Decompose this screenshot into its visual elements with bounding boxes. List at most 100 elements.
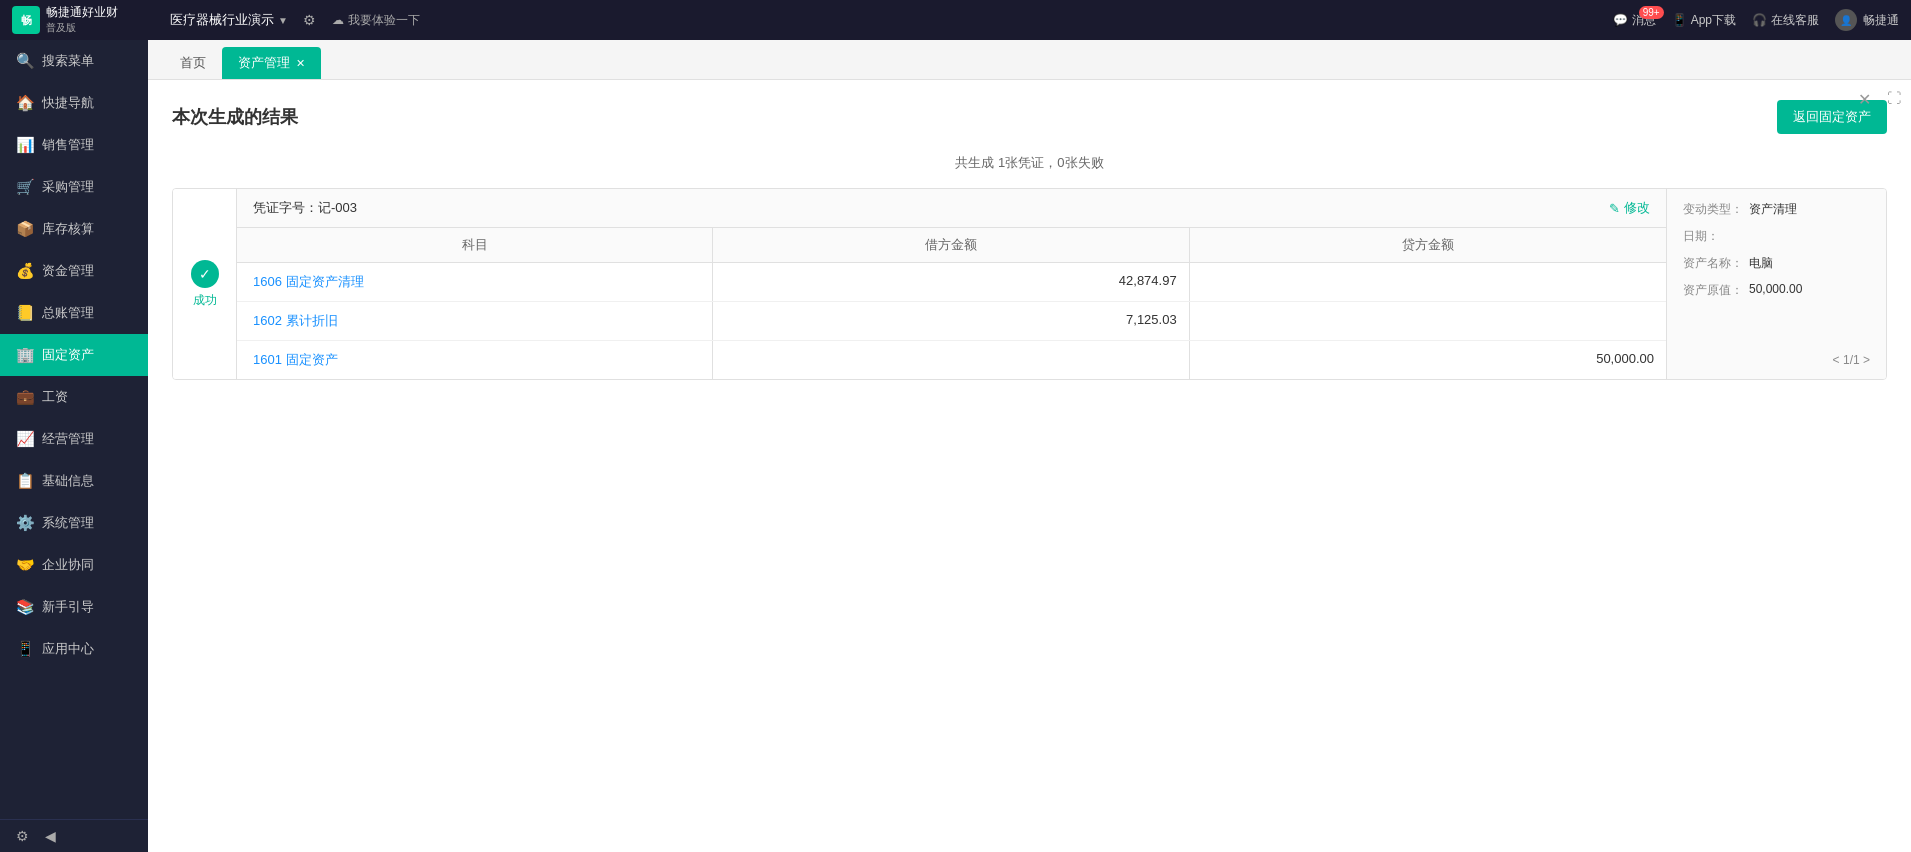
sidebar-label-sales: 销售管理 [42,136,94,154]
panel-expand-button[interactable]: ⛶ [1887,90,1901,106]
main-layout: 🔍 搜索菜单 🏠 快捷导航 📊 销售管理 🛒 采购管理 📦 库存核算 💰 资金管… [0,40,1911,852]
top-header: 畅 畅捷通好业财 普及版 医疗器械行业演示 ▼ ⚙ ☁ 我要体验一下 💬 消息 … [0,0,1911,40]
sidebar-item-purchase[interactable]: 🛒 采购管理 [0,166,148,208]
pagination-row: < 1/1 > [1683,345,1870,367]
sidebar-label-search: 搜索菜单 [42,52,94,70]
message-badge: 99+ [1639,6,1664,19]
table-row: 1601 固定资产 50,000.00 [237,341,1666,379]
logo-title: 畅捷通好业财 [46,5,118,21]
voucher-code: 凭证字号：记-003 [253,199,357,217]
row1-debit: 42,874.97 [713,263,1189,301]
sidebar-item-basic-info[interactable]: 📋 基础信息 [0,460,148,502]
row2-debit: 7,125.03 [713,302,1189,340]
page-title: 本次生成的结果 [172,105,298,129]
table-row: 1602 累计折旧 7,125.03 [237,302,1666,341]
sidebar-label-purchase: 采购管理 [42,178,94,196]
company-selector[interactable]: 医疗器械行业演示 ▼ [170,11,288,29]
voucher-header-row: 凭证字号：记-003 ✎ 修改 [237,189,1666,228]
cloud-icon: ☁ [332,13,344,27]
logo-area: 畅 畅捷通好业财 普及版 [12,5,160,35]
settings-bottom-icon[interactable]: ⚙ [16,828,29,844]
col-header-account: 科目 [237,228,713,262]
sidebar-item-fixed-assets[interactable]: 🏢 固定资产 [0,334,148,376]
experience-button[interactable]: ☁ 我要体验一下 [332,12,420,29]
sidebar-label-cooperation: 企业协同 [42,556,94,574]
app-download-button[interactable]: 📱 App下载 [1672,12,1736,29]
sidebar-label-operations: 经营管理 [42,430,94,448]
row3-credit: 50,000.00 [1190,341,1666,379]
app-download-label: App下载 [1691,12,1736,29]
sidebar-label-system: 系统管理 [42,514,94,532]
system-icon: ⚙️ [16,514,34,532]
sidebar-item-finance[interactable]: 💰 资金管理 [0,250,148,292]
col-header-debit: 借方金额 [713,228,1189,262]
message-button[interactable]: 💬 消息 99+ [1613,12,1656,29]
cooperation-icon: 🤝 [16,556,34,574]
tab-close-icon[interactable]: ✕ [296,57,305,70]
online-service-button[interactable]: 🎧 在线客服 [1752,12,1819,29]
asset-name-row: 资产名称： 电脑 [1683,255,1870,272]
sidebar-item-cooperation[interactable]: 🤝 企业协同 [0,544,148,586]
tab-home-label: 首页 [180,54,206,72]
sidebar-label-payroll: 工资 [42,388,68,406]
guide-icon: 📚 [16,598,34,616]
prev-page-button[interactable]: < [1833,353,1840,367]
username: 畅捷通 [1863,12,1899,29]
logo-icon: 畅 [12,6,40,34]
operations-icon: 📈 [16,430,34,448]
user-area[interactable]: 👤 畅捷通 [1835,9,1899,31]
edit-label: 修改 [1624,199,1650,217]
row3-account: 1601 固定资产 [237,341,713,379]
voucher-block: ✓ 成功 凭证字号：记-003 ✎ 修改 科目 [172,188,1887,380]
page-info: 1/1 [1843,353,1863,367]
tab-home[interactable]: 首页 [164,47,222,79]
settings-icon[interactable]: ⚙ [298,8,322,32]
online-service-label: 在线客服 [1771,12,1819,29]
sidebar-bottom: ⚙ ◀ [0,819,148,852]
sidebar-item-system[interactable]: ⚙️ 系统管理 [0,502,148,544]
collapse-icon[interactable]: ◀ [45,828,56,844]
voucher-table-header: 科目 借方金额 贷方金额 [237,228,1666,263]
inventory-icon: 📦 [16,220,34,238]
avatar: 👤 [1835,9,1857,31]
summary-bar: 共生成 1张凭证，0张失败 [172,154,1887,172]
change-type-value: 资产清理 [1749,201,1797,218]
headset-icon: 🎧 [1752,13,1767,27]
next-page-button[interactable]: > [1863,353,1870,367]
sidebar-label-finance: 资金管理 [42,262,94,280]
sidebar-item-ledger[interactable]: 📒 总账管理 [0,292,148,334]
tab-asset-management[interactable]: 资产管理 ✕ [222,47,321,79]
col-header-credit: 贷方金额 [1190,228,1666,262]
date-row: 日期： [1683,228,1870,245]
tab-asset-management-label: 资产管理 [238,54,290,72]
edit-button[interactable]: ✎ 修改 [1609,199,1650,217]
logo-subtitle: 普及版 [46,21,118,35]
sidebar-item-guide[interactable]: 📚 新手引导 [0,586,148,628]
row3-debit [713,341,1189,379]
sidebar-item-quick-nav[interactable]: 🏠 快捷导航 [0,82,148,124]
sidebar-label-guide: 新手引导 [42,598,94,616]
search-icon: 🔍 [16,52,34,70]
sidebar-label-basic-info: 基础信息 [42,472,94,490]
panel-close-button[interactable]: ✕ [1858,90,1871,109]
sidebar-item-operations[interactable]: 📈 经营管理 [0,418,148,460]
row1-account: 1606 固定资产清理 [237,263,713,301]
sidebar-item-payroll[interactable]: 💼 工资 [0,376,148,418]
sidebar-item-sales[interactable]: 📊 销售管理 [0,124,148,166]
asset-value-value: 50,000.00 [1749,282,1802,299]
success-circle: ✓ [191,260,219,288]
basic-info-icon: 📋 [16,472,34,490]
row2-account: 1602 累计折旧 [237,302,713,340]
voucher-right-panel: 变动类型： 资产清理 日期： 资产名称： 电脑 资产原值： 50,000.00 [1666,189,1886,379]
sidebar-item-app-center[interactable]: 📱 应用中心 [0,628,148,670]
asset-value-label: 资产原值： [1683,282,1743,299]
logo-text-block: 畅捷通好业财 普及版 [46,5,118,35]
edit-icon: ✎ [1609,201,1620,216]
sidebar-item-inventory[interactable]: 📦 库存核算 [0,208,148,250]
company-name: 医疗器械行业演示 [170,11,274,29]
sidebar-label-inventory: 库存核算 [42,220,94,238]
message-icon: 💬 [1613,13,1628,27]
experience-label: 我要体验一下 [348,12,420,29]
sidebar-item-search[interactable]: 🔍 搜索菜单 [0,40,148,82]
tab-bar: 首页 资产管理 ✕ [148,40,1911,80]
